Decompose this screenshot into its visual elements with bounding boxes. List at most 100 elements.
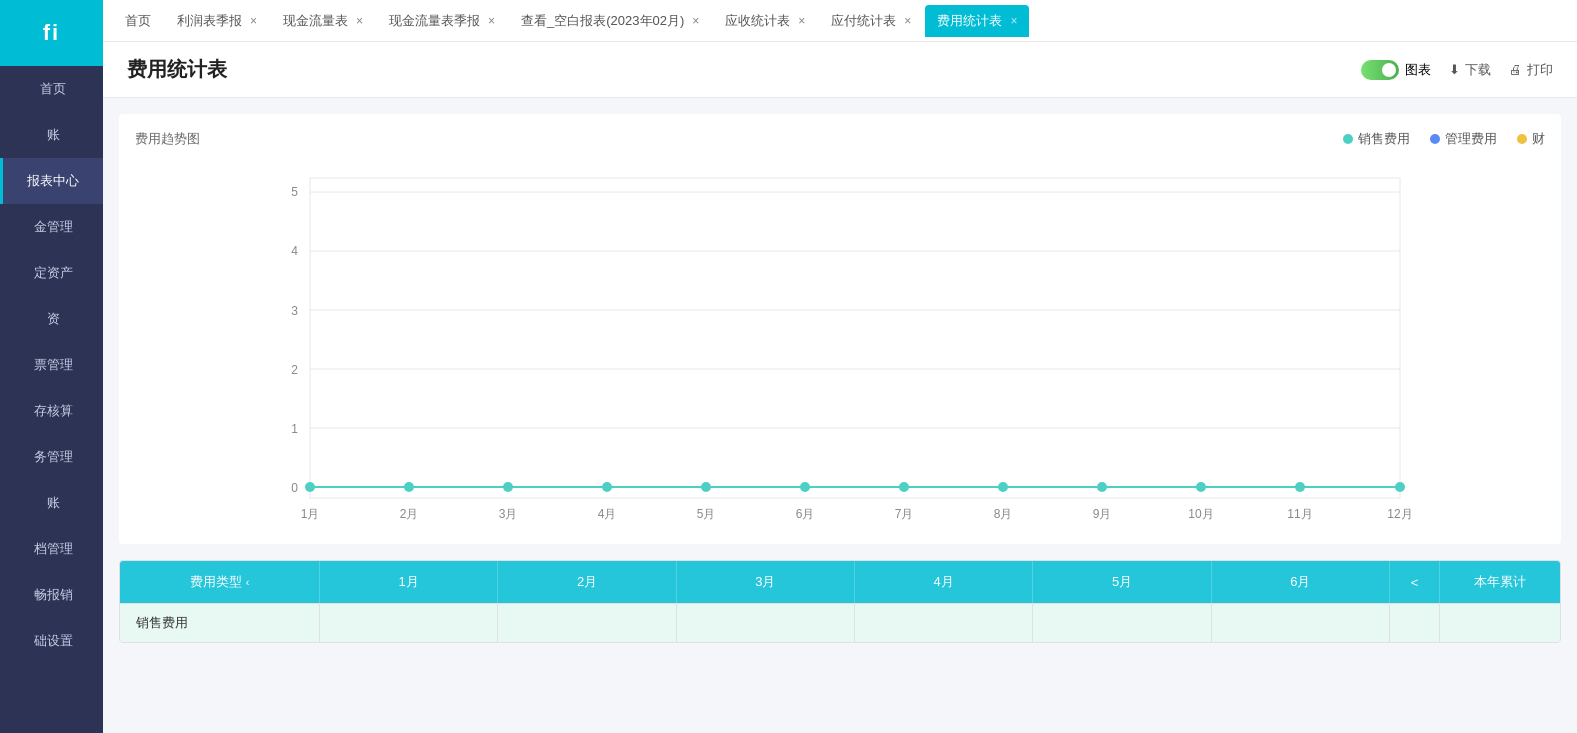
svg-text:1月: 1月 — [301, 507, 320, 521]
content-area: 费用统计表 图表 ⬇ 下载 🖨 打印 费用趋势图 — [103, 42, 1577, 733]
svg-point-20 — [998, 482, 1008, 492]
sidebar-logo: fi — [0, 0, 103, 66]
th-m3: 3月 — [677, 561, 855, 603]
svg-point-15 — [503, 482, 513, 492]
tab-close-cashflow-season[interactable]: × — [488, 14, 495, 28]
th-m4: 4月 — [855, 561, 1033, 603]
svg-text:3: 3 — [291, 304, 298, 318]
main-area: 首页 利润表季报 × 现金流量表 × 现金流量表季报 × 查看_空白报表(202… — [103, 0, 1577, 733]
print-icon: 🖨 — [1509, 62, 1522, 77]
svg-text:10月: 10月 — [1188, 507, 1213, 521]
sidebar-item-base-settings[interactable]: 础设置 — [0, 618, 103, 664]
svg-point-24 — [1395, 482, 1405, 492]
chart-title: 费用趋势图 — [135, 130, 200, 148]
th-m5: 5月 — [1033, 561, 1211, 603]
tab-close-expense-stats[interactable]: × — [1010, 14, 1017, 28]
th-m1: 1月 — [320, 561, 498, 603]
legend-dot-admin — [1430, 134, 1440, 144]
toggle-chart-wrap: 图表 — [1361, 60, 1431, 80]
tab-cashflow[interactable]: 现金流量表 × — [271, 5, 375, 37]
sidebar-item-service-mgmt[interactable]: 务管理 — [0, 434, 103, 480]
svg-text:2: 2 — [291, 363, 298, 377]
legend-admin: 管理费用 — [1430, 130, 1497, 148]
trend-chart-svg: 5 4 3 2 1 0 — [135, 158, 1545, 528]
tab-close-payable[interactable]: × — [904, 14, 911, 28]
sidebar-item-expense-write-off[interactable]: 畅报销 — [0, 572, 103, 618]
svg-point-22 — [1196, 482, 1206, 492]
td-nav — [1390, 604, 1440, 642]
tab-receivable[interactable]: 应收统计表 × — [713, 5, 817, 37]
svg-text:11月: 11月 — [1287, 507, 1312, 521]
sidebar-item-account[interactable]: 账 — [0, 112, 103, 158]
chart-section: 费用趋势图 销售费用 管理费用 财 — [119, 114, 1561, 544]
svg-text:0: 0 — [291, 481, 298, 495]
sidebar-item-report-center[interactable]: 报表中心 — [0, 158, 103, 204]
chart-legend: 销售费用 管理费用 财 — [1343, 130, 1545, 148]
chart-header: 费用趋势图 销售费用 管理费用 财 — [135, 130, 1545, 148]
svg-text:5: 5 — [291, 185, 298, 199]
svg-point-16 — [602, 482, 612, 492]
svg-point-23 — [1295, 482, 1305, 492]
td-m5 — [1033, 604, 1211, 642]
td-m2 — [498, 604, 676, 642]
td-type: 销售费用 — [120, 604, 320, 642]
td-m6 — [1212, 604, 1390, 642]
sidebar: fi 首页 账 报表中心 金管理 定资产 资 票管理 存核算 务管理 账 档管理… — [0, 0, 103, 733]
svg-point-17 — [701, 482, 711, 492]
svg-text:5月: 5月 — [697, 507, 716, 521]
td-m3 — [677, 604, 855, 642]
svg-point-14 — [404, 482, 414, 492]
tab-close-receivable[interactable]: × — [798, 14, 805, 28]
th-type-arrow[interactable]: ‹ — [246, 576, 250, 588]
tab-close-blank-report[interactable]: × — [692, 14, 699, 28]
svg-point-13 — [305, 482, 315, 492]
page-header: 费用统计表 图表 ⬇ 下载 🖨 打印 — [103, 42, 1577, 98]
td-m1 — [320, 604, 498, 642]
sidebar-item-archive-mgmt[interactable]: 档管理 — [0, 526, 103, 572]
th-nav-next[interactable]: < — [1390, 561, 1440, 603]
svg-point-21 — [1097, 482, 1107, 492]
svg-point-18 — [800, 482, 810, 492]
td-ytd — [1440, 604, 1560, 642]
tab-blank-report[interactable]: 查看_空白报表(2023年02月) × — [509, 5, 711, 37]
tab-cashflow-season[interactable]: 现金流量表季报 × — [377, 5, 507, 37]
svg-rect-12 — [310, 178, 1400, 498]
svg-text:4月: 4月 — [598, 507, 617, 521]
download-button[interactable]: ⬇ 下载 — [1449, 61, 1491, 79]
tab-profit-season[interactable]: 利润表季报 × — [165, 5, 269, 37]
tab-close-profit-season[interactable]: × — [250, 14, 257, 28]
sidebar-item-inventory[interactable]: 存核算 — [0, 388, 103, 434]
sidebar-item-invoice-mgmt[interactable]: 票管理 — [0, 342, 103, 388]
table-section: 费用类型 ‹ 1月 2月 3月 4月 5月 — [119, 560, 1561, 643]
download-icon: ⬇ — [1449, 62, 1460, 77]
table-header: 费用类型 ‹ 1月 2月 3月 4月 5月 — [120, 561, 1560, 603]
th-type: 费用类型 ‹ — [120, 561, 320, 603]
sidebar-item-capital[interactable]: 资 — [0, 296, 103, 342]
tab-home[interactable]: 首页 — [113, 5, 163, 37]
legend-dot-finance — [1517, 134, 1527, 144]
sidebar-item-fixed-assets[interactable]: 定资产 — [0, 250, 103, 296]
tab-bar: 首页 利润表季报 × 现金流量表 × 现金流量表季报 × 查看_空白报表(202… — [103, 0, 1577, 42]
svg-text:9月: 9月 — [1093, 507, 1112, 521]
tab-expense-stats[interactable]: 费用统计表 × — [925, 5, 1029, 37]
svg-text:12月: 12月 — [1387, 507, 1412, 521]
svg-text:8月: 8月 — [994, 507, 1013, 521]
page-title: 费用统计表 — [127, 56, 227, 83]
tab-close-cashflow[interactable]: × — [356, 14, 363, 28]
chart-toggle[interactable] — [1361, 60, 1399, 80]
svg-text:1: 1 — [291, 422, 298, 436]
svg-point-19 — [899, 482, 909, 492]
sidebar-item-home[interactable]: 首页 — [0, 66, 103, 112]
chart-container: 5 4 3 2 1 0 — [135, 158, 1545, 528]
tab-payable[interactable]: 应付统计表 × — [819, 5, 923, 37]
svg-text:2月: 2月 — [400, 507, 419, 521]
svg-text:6月: 6月 — [796, 507, 815, 521]
sidebar-item-fund-mgmt[interactable]: 金管理 — [0, 204, 103, 250]
print-button[interactable]: 🖨 打印 — [1509, 61, 1553, 79]
th-m2: 2月 — [498, 561, 676, 603]
th-ytd: 本年累计 — [1440, 561, 1560, 603]
legend-finance: 财 — [1517, 130, 1545, 148]
legend-sales: 销售费用 — [1343, 130, 1410, 148]
svg-text:4: 4 — [291, 244, 298, 258]
sidebar-item-ledger[interactable]: 账 — [0, 480, 103, 526]
